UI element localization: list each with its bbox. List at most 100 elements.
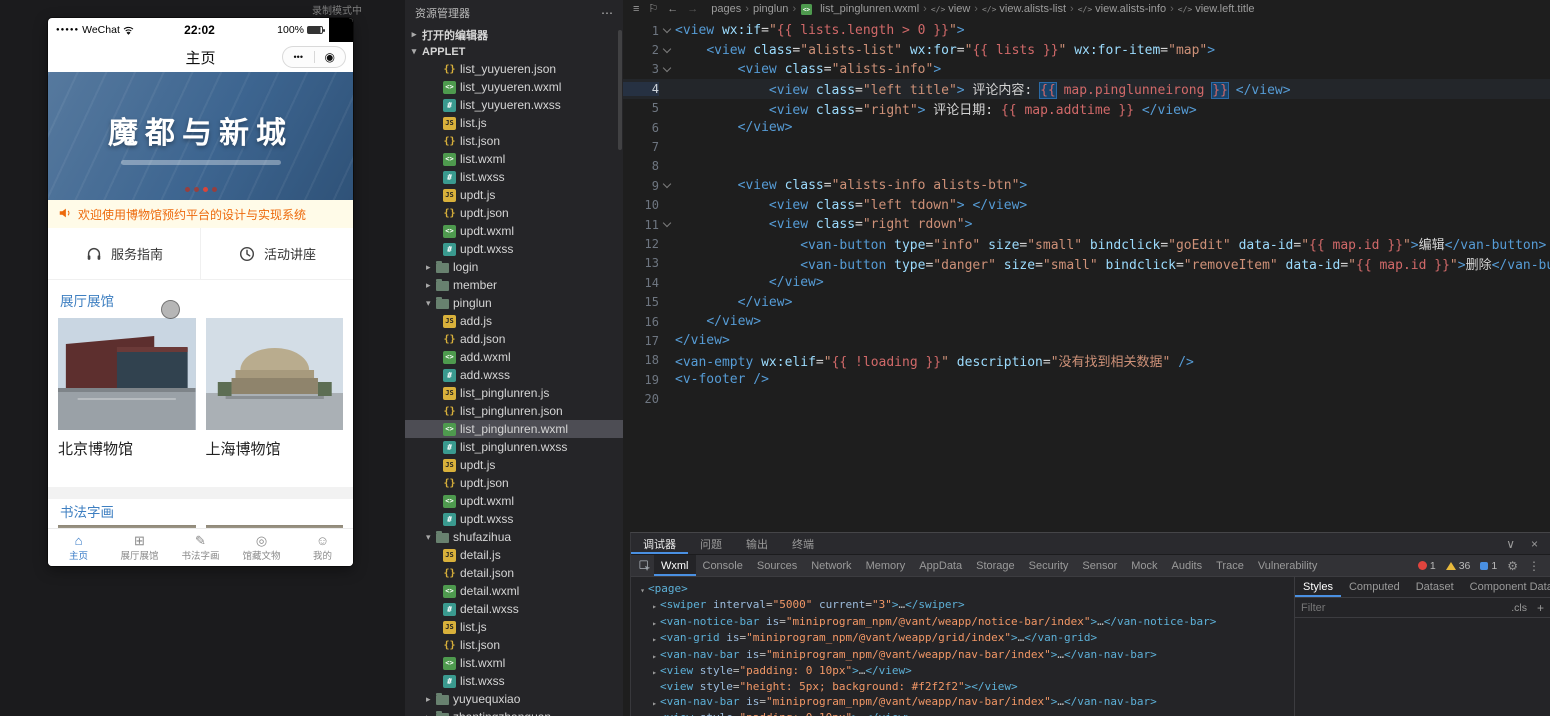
fold-chevron-icon[interactable] [659, 215, 675, 234]
fold-chevron-icon[interactable] [659, 40, 675, 59]
file-item[interactable]: {} updt.json [405, 204, 623, 222]
devtools-tab-vulnerability[interactable]: Vulnerability [1251, 555, 1325, 576]
devtools-tab-security[interactable]: Security [1022, 555, 1076, 576]
file-item[interactable]: <> updt.wxml [405, 222, 623, 240]
warning-badge[interactable]: 36 [1445, 560, 1470, 572]
folder-item[interactable]: ▾ pinglun [405, 294, 623, 312]
exit-button[interactable]: ◉ [315, 50, 346, 64]
file-item[interactable]: # updt.wxss [405, 510, 623, 528]
file-item[interactable]: <> detail.wxml [405, 582, 623, 600]
wxml-node[interactable]: ▸ <swiper interval="5000" current="3">…</… [637, 598, 1294, 614]
wxml-node[interactable]: ▾ <page> [637, 582, 1294, 598]
fold-chevron-icon[interactable] [659, 60, 675, 79]
file-item[interactable]: JS updt.js [405, 456, 623, 474]
chevron-right-icon[interactable]: ▸ [649, 711, 660, 716]
panel-tab-调试器[interactable]: 调试器 [631, 533, 688, 554]
file-item[interactable]: {} updt.json [405, 474, 623, 492]
devtools-tab-appdata[interactable]: AppData [912, 555, 969, 576]
grid-item-headset[interactable]: 服务指南 [48, 228, 201, 279]
tabbar-item-artifact[interactable]: ◎ 馆藏文物 [231, 529, 292, 566]
file-item[interactable]: {} detail.json [405, 564, 623, 582]
wxml-node[interactable]: ▸<view style="padding: 0 10px">…</view> [637, 664, 1294, 680]
file-item[interactable]: <> add.wxml [405, 348, 623, 366]
chevron-right-icon[interactable]: ▸ [649, 648, 660, 664]
wxml-node[interactable]: <view style="height: 5px; background: #f… [637, 680, 1294, 694]
collapse-panel-icon[interactable]: ∨ [1506, 537, 1515, 551]
wxml-node[interactable]: ▸ <van-nav-bar is="miniprogram_npm/@vant/… [637, 695, 1294, 711]
breadcrumb-item[interactable]: </> view.left.title [1178, 3, 1255, 15]
devtools-tab-console[interactable]: Console [696, 555, 750, 576]
breadcrumb-item[interactable]: </> view.alists-list [982, 3, 1066, 15]
tabbar-item-grid[interactable]: ⊞ 展厅展馆 [109, 529, 170, 566]
info-badge[interactable]: 1 [1480, 560, 1497, 572]
devtools-tab-network[interactable]: Network [804, 555, 858, 576]
gear-icon[interactable]: ⚙ [1507, 559, 1518, 573]
file-item[interactable]: # updt.wxss [405, 240, 623, 258]
menu-icon[interactable]: ≡ [633, 3, 639, 15]
file-item[interactable]: JS list_pinglunren.js [405, 384, 623, 402]
new-style-rule-button[interactable]: + [1537, 601, 1544, 615]
devtools-tab-mock[interactable]: Mock [1124, 555, 1164, 576]
breadcrumb-item[interactable]: pinglun [753, 3, 788, 15]
file-item[interactable]: # detail.wxss [405, 600, 623, 618]
file-item[interactable]: JS add.js [405, 312, 623, 330]
wxml-node[interactable]: ▸ <van-nav-bar is="miniprogram_npm/@vant/… [637, 648, 1294, 664]
file-item[interactable]: JS list.js [405, 114, 623, 132]
styles-tab-computed[interactable]: Computed [1341, 577, 1408, 597]
wxml-node[interactable]: ▸ <van-notice-bar is="miniprogram_npm/@va… [637, 615, 1294, 631]
chevron-right-icon[interactable]: ▸ [649, 695, 660, 711]
breadcrumb-item[interactable]: </> view [931, 3, 970, 15]
more-button[interactable]: ••• [283, 52, 314, 62]
chevron-right-icon[interactable]: ▸ [649, 615, 660, 631]
close-panel-icon[interactable]: × [1531, 537, 1538, 551]
file-item[interactable]: # list_pinglunren.wxss [405, 438, 623, 456]
tabbar-item-home[interactable]: ⌂ 主页 [48, 529, 109, 566]
more-actions-icon[interactable]: ⋯ [601, 6, 613, 20]
devtools-tab-memory[interactable]: Memory [859, 555, 913, 576]
chevron-right-icon[interactable]: ▸ [649, 631, 660, 647]
file-item[interactable]: # add.wxss [405, 366, 623, 384]
capsule-menu[interactable]: ••• ◉ [282, 46, 346, 68]
inspect-element-icon[interactable] [636, 559, 654, 572]
folder-item[interactable]: ▸ zhantingzhanguan [405, 708, 623, 716]
wxml-node[interactable]: ▸ <van-grid is="miniprogram_npm/@vant/wea… [637, 631, 1294, 647]
styles-tab-dataset[interactable]: Dataset [1408, 577, 1462, 597]
tabbar-item-brush[interactable]: ✎ 书法字画 [170, 529, 231, 566]
cls-toggle-button[interactable]: .cls [1511, 602, 1527, 614]
open-editors-row[interactable]: ▸ 打开的编辑器 [405, 26, 623, 43]
file-item[interactable]: {} add.json [405, 330, 623, 348]
panel-tab-问题[interactable]: 问题 [688, 533, 734, 554]
styles-filter-input[interactable] [1301, 601, 1512, 614]
folder-item[interactable]: ▸ yuyuequxiao [405, 690, 623, 708]
file-item[interactable]: JS detail.js [405, 546, 623, 564]
museum-card[interactable]: 上海博物馆 [205, 318, 343, 459]
file-item[interactable]: JS updt.js [405, 186, 623, 204]
folder-item[interactable]: ▸ login [405, 258, 623, 276]
chevron-right-icon[interactable]: ▸ [649, 598, 660, 614]
chevron-right-icon[interactable]: ▸ [649, 664, 660, 680]
devtools-tab-wxml[interactable]: Wxml [654, 555, 696, 576]
file-item[interactable]: # list.wxss [405, 168, 623, 186]
fold-chevron-icon[interactable] [659, 176, 675, 195]
back-icon[interactable]: ← [667, 3, 678, 15]
breadcrumb-item[interactable]: pages [711, 3, 741, 15]
file-item[interactable]: <> list.wxml [405, 150, 623, 168]
banner-swiper[interactable]: 魔都与新城 [48, 72, 353, 200]
fold-chevron-icon[interactable] [659, 21, 675, 40]
wxml-node[interactable]: ▸<view style="padding: 0 10px">…</view> [637, 711, 1294, 716]
file-item[interactable]: # list.wxss [405, 672, 623, 690]
tabbar-item-user[interactable]: ☺ 我的 [292, 529, 353, 566]
museum-card[interactable]: 北京博物馆 [58, 318, 196, 459]
error-badge[interactable]: 1 [1417, 560, 1436, 572]
file-item[interactable]: {} list.json [405, 636, 623, 654]
file-item[interactable]: <> list_pinglunren.wxml [405, 420, 623, 438]
devtools-tab-sources[interactable]: Sources [750, 555, 804, 576]
file-item[interactable]: {} list_yuyueren.json [405, 60, 623, 78]
explorer-scrollbar[interactable] [618, 30, 622, 150]
styles-tab-component-data[interactable]: Component Data [1462, 577, 1550, 597]
file-item[interactable]: {} list_pinglunren.json [405, 402, 623, 420]
devtools-tab-sensor[interactable]: Sensor [1075, 555, 1124, 576]
code-area[interactable]: 1 <view wx:if="{{ lists.length > 0 }}"> 2 … [623, 21, 1550, 409]
file-item[interactable]: <> list_yuyueren.wxml [405, 78, 623, 96]
chevron-down-icon[interactable]: ▾ [637, 582, 648, 598]
